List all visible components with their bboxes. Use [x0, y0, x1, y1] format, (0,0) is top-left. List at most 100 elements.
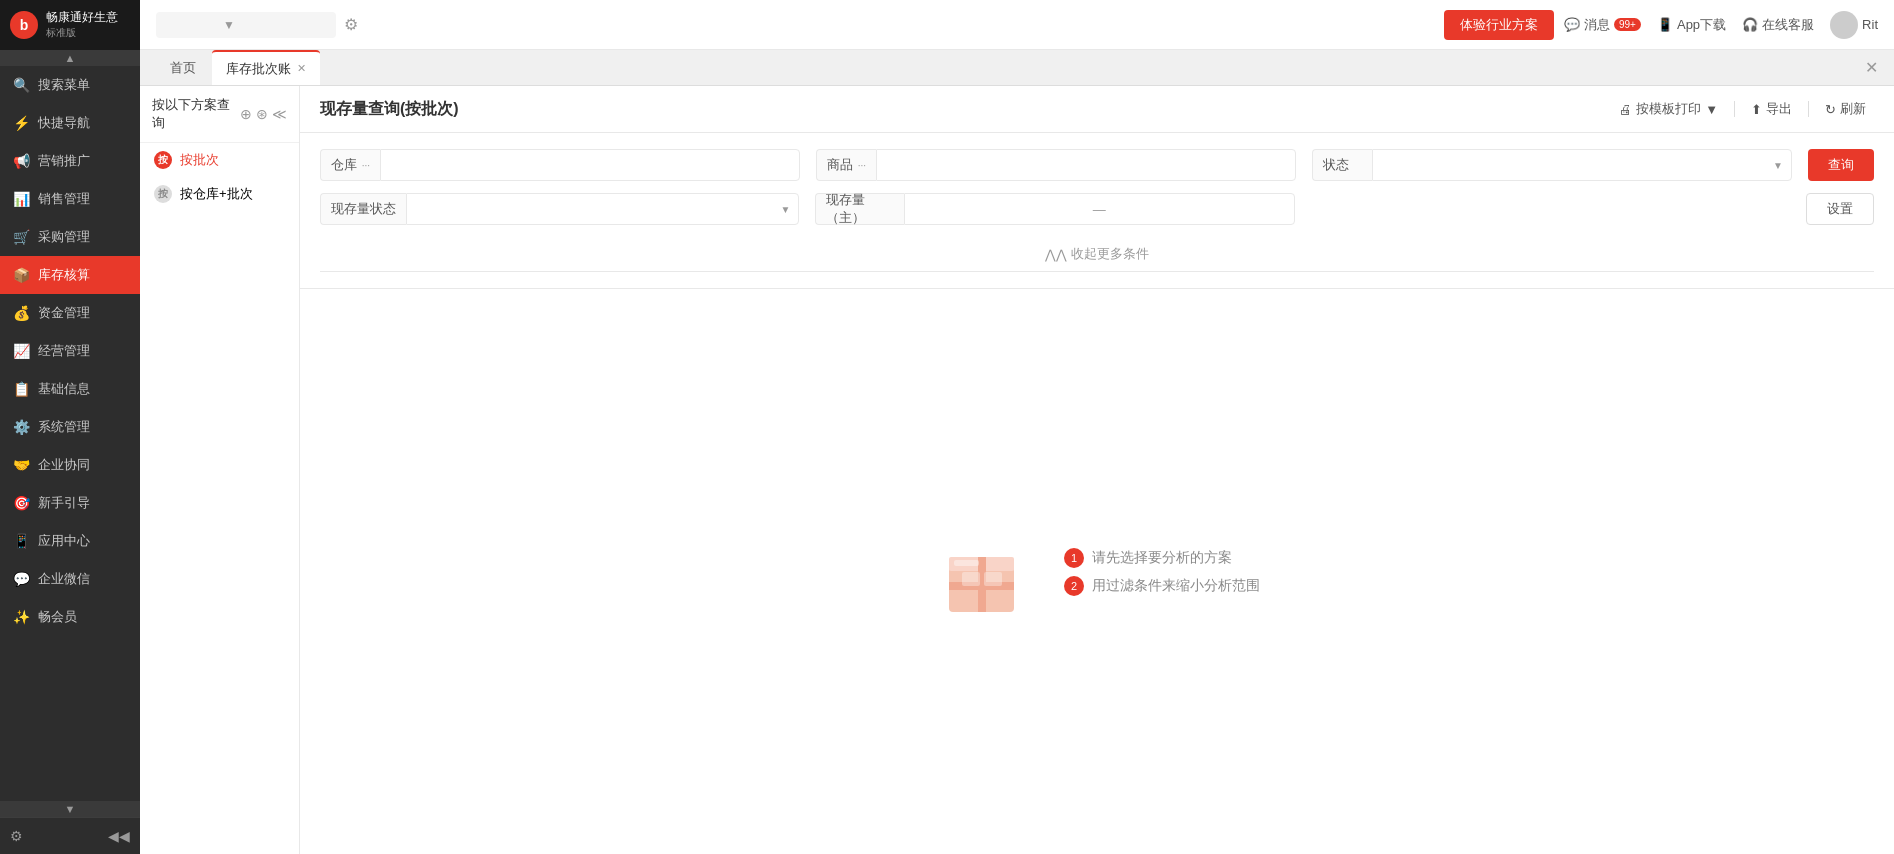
export-label: 导出 [1766, 100, 1792, 118]
sidebar-item-system[interactable]: ⚙️ 系统管理 [0, 408, 140, 446]
enterprise-wechat-icon: 💬 [12, 570, 30, 588]
sidebar-item-quick-nav[interactable]: ⚡ 快捷导航 [0, 104, 140, 142]
stock-status-select[interactable]: 有库存 无库存 全部 [407, 194, 798, 224]
phone-icon: 📱 [1657, 17, 1673, 32]
export-icon: ⬆ [1751, 102, 1762, 117]
panel-close-button[interactable]: ✕ [1865, 58, 1878, 77]
tab-inventory-batch-label: 库存批次账 [226, 60, 291, 78]
scheme-label: 按仓库+批次 [180, 185, 253, 203]
basic-info-icon: 📋 [12, 380, 30, 398]
collapse-label: 收起更多条件 [1071, 245, 1149, 263]
collapse-up-icon: ⋀⋀ [1045, 247, 1067, 262]
search-menu-icon: 🔍 [12, 76, 30, 94]
sidebar-item-label: 应用中心 [38, 532, 90, 550]
export-button[interactable]: ⬆ 导出 [1743, 96, 1800, 122]
topbar-gear-icon[interactable]: ⚙ [344, 15, 358, 34]
tabbar-right: ✕ [1865, 58, 1878, 77]
sidebar-item-label: 企业协同 [38, 456, 90, 474]
settings-button[interactable]: 设置 [1806, 193, 1874, 225]
collapse-panel-button[interactable]: ≪ [272, 106, 287, 122]
left-panel-header: 按以下方案查询 ⊕ ⊛ ≪ [140, 86, 299, 143]
print-icon: 🖨 [1619, 102, 1632, 117]
query-form-row-1: 仓库 ··· 商品 ··· 状态 [320, 149, 1874, 181]
right-panel: 现存量查询(按批次) 🖨 按模板打印 ▼ ⬆ 导出 ↻ 刷 [300, 86, 1894, 854]
empty-step-2: 2 用过滤条件来缩小分析范围 [1064, 576, 1260, 596]
sidebar-item-enterprise-wechat[interactable]: 💬 企业微信 [0, 560, 140, 598]
sidebar-item-basic-info[interactable]: 📋 基础信息 [0, 370, 140, 408]
add-scheme-button[interactable]: ⊕ [240, 106, 252, 122]
tab-close-button[interactable]: ✕ [297, 63, 306, 74]
scheme-inactive-icon: 按 [154, 185, 172, 203]
sidebar-item-marketing[interactable]: 📢 营销推广 [0, 142, 140, 180]
empty-step-1: 1 请先选择要分析的方案 [1064, 548, 1260, 568]
app-download-button[interactable]: 📱 App下载 [1657, 16, 1726, 34]
scheme-settings-button[interactable]: ⊛ [256, 106, 268, 122]
user-name: Rit [1862, 17, 1878, 32]
collapse-sidebar-button[interactable]: ◀◀ [108, 828, 130, 844]
app-logo: b [10, 11, 38, 39]
sidebar-item-search-menu[interactable]: 🔍 搜索菜单 [0, 66, 140, 104]
sidebar-item-app-center[interactable]: 📱 应用中心 [0, 522, 140, 560]
sidebar: b 畅康通好生意 标准版 ▲ 🔍 搜索菜单 ⚡ 快捷导航 📢 营销推广 📊 销售… [0, 0, 140, 854]
collapse-bar[interactable]: ⋀⋀ 收起更多条件 [320, 237, 1874, 272]
topbar-left: ▼ ⚙ [156, 12, 1434, 38]
scheme-item-by-batch[interactable]: 按 按批次 [140, 143, 299, 177]
newbie-icon: 🎯 [12, 494, 30, 512]
quick-nav-icon: ⚡ [12, 114, 30, 132]
tab-home-label: 首页 [170, 59, 196, 77]
status-select[interactable]: 正常 锁定 [1373, 150, 1791, 180]
sidebar-item-newbie[interactable]: 🎯 新手引导 [0, 484, 140, 522]
member-icon: ✨ [12, 608, 30, 626]
message-icon: 💬 [1564, 17, 1580, 32]
sidebar-item-inventory[interactable]: 📦 库存核算 [0, 256, 140, 294]
warehouse-input[interactable] [380, 149, 800, 181]
warehouse-more-icon[interactable]: ··· [362, 160, 370, 171]
print-button[interactable]: 🖨 按模板打印 ▼ [1611, 96, 1726, 122]
user-area[interactable]: Rit [1830, 11, 1878, 39]
print-dropdown-icon: ▼ [1705, 102, 1718, 117]
product-more-icon[interactable]: ··· [858, 160, 866, 171]
tab-home[interactable]: 首页 [156, 50, 210, 85]
shine [954, 560, 979, 566]
industry-solution-button[interactable]: 体验行业方案 [1444, 10, 1554, 40]
step-num-1: 1 [1064, 548, 1084, 568]
stock-qty-max-input[interactable] [1110, 197, 1294, 222]
empty-steps: 1 请先选择要分析的方案 2 用过滤条件来缩小分析范围 [1064, 548, 1260, 596]
empty-svg [934, 522, 1034, 622]
sidebar-item-finance[interactable]: 💰 资金管理 [0, 294, 140, 332]
query-form-row-2: 现存量状态 有库存 无库存 全部 ▼ [320, 193, 1874, 225]
warehouse-field: 仓库 ··· [320, 149, 800, 181]
headset-icon: 🎧 [1742, 17, 1758, 32]
face-right [984, 572, 1002, 586]
sidebar-item-enterprise[interactable]: 🤝 企业协同 [0, 446, 140, 484]
sidebar-item-label: 快捷导航 [38, 114, 90, 132]
box-ribbon-h [949, 582, 1014, 590]
product-input[interactable] [876, 149, 1296, 181]
messages-button[interactable]: 💬 消息 99+ [1564, 16, 1641, 34]
search-dropdown-button[interactable]: ▼ [223, 18, 235, 32]
user-avatar [1830, 11, 1858, 39]
scheme-item-by-warehouse-batch[interactable]: 按 按仓库+批次 [140, 177, 299, 211]
sidebar-item-member[interactable]: ✨ 畅会员 [0, 598, 140, 636]
settings-icon[interactable]: ⚙ [10, 828, 23, 844]
sidebar-nav: 🔍 搜索菜单 ⚡ 快捷导航 📢 营销推广 📊 销售管理 🛒 采购管理 📦 库存核… [0, 66, 140, 801]
stock-status-label: 现存量状态 [320, 193, 406, 225]
query-button[interactable]: 查询 [1808, 149, 1874, 181]
scheme-active-icon: 按 [154, 151, 172, 169]
online-service-button[interactable]: 🎧 在线客服 [1742, 16, 1814, 34]
sidebar-scroll-down[interactable]: ▼ [0, 801, 140, 817]
query-form: 仓库 ··· 商品 ··· 状态 [300, 133, 1894, 289]
sidebar-item-label: 资金管理 [38, 304, 90, 322]
tab-inventory-batch[interactable]: 库存批次账 ✕ [212, 50, 320, 85]
content-area: 按以下方案查询 ⊕ ⊛ ≪ 按 按批次 按 按仓库+批次 现存量查询(按批次) [140, 86, 1894, 854]
topbar: ▼ ⚙ 体验行业方案 💬 消息 99+ 📱 App下载 🎧 在线客服 R [140, 0, 1894, 50]
sidebar-item-label: 畅会员 [38, 608, 77, 626]
system-icon: ⚙️ [12, 418, 30, 436]
refresh-button[interactable]: ↻ 刷新 [1817, 96, 1874, 122]
online-service-label: 在线客服 [1762, 16, 1814, 34]
stock-qty-min-input[interactable] [905, 197, 1089, 222]
sidebar-item-purchase[interactable]: 🛒 采购管理 [0, 218, 140, 256]
sidebar-item-sales[interactable]: 📊 销售管理 [0, 180, 140, 218]
sidebar-item-operations[interactable]: 📈 经营管理 [0, 332, 140, 370]
sidebar-scroll-up[interactable]: ▲ [0, 50, 140, 66]
